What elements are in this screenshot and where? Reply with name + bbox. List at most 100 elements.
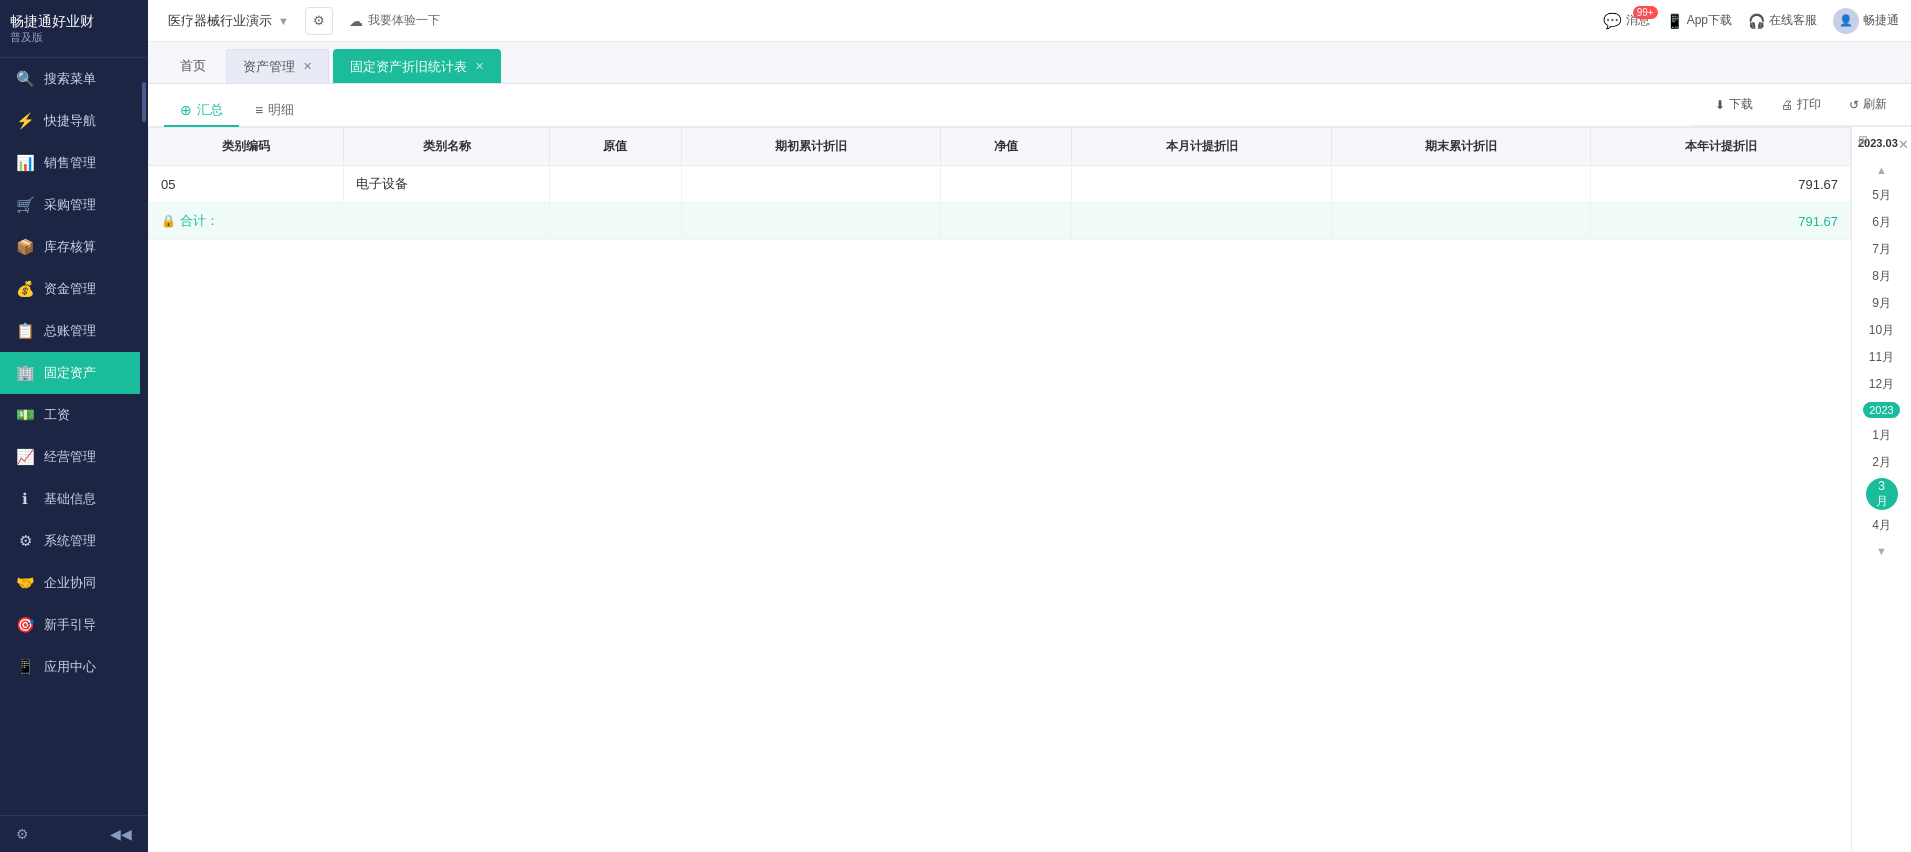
refresh-icon: ↺: [1849, 98, 1859, 112]
chevron-down-icon: ▼: [278, 15, 289, 27]
date-month-3-current[interactable]: 3月: [1866, 478, 1898, 510]
date-panel-controls: ⊞ 2023.03 ✕: [1852, 133, 1911, 156]
sidebar-item-search[interactable]: 🔍 搜索菜单: [0, 58, 140, 100]
sidebar-item-label: 资金管理: [44, 280, 96, 298]
expand-icon[interactable]: ⊞: [1858, 133, 1868, 147]
date-month-4[interactable]: 4月: [1852, 512, 1911, 539]
sub-tabs-toolbar-row: ⊕ 汇总 ≡ 明细 ⬇ 下载 🖨 打印 ↺ 刷: [148, 84, 1911, 127]
tabs-bar: 首页 资产管理 ✕ 固定资产折旧统计表 ✕: [148, 42, 1911, 84]
sidebar-collapse-icon[interactable]: ◀◀: [110, 826, 132, 842]
avatar: 👤: [1833, 8, 1859, 34]
tab-assets-label: 资产管理: [243, 58, 295, 76]
date-month-5[interactable]: 5月: [1852, 182, 1911, 209]
col-ending-dep: 期末累计折旧: [1331, 128, 1591, 166]
col-initial-dep: 期初累计折旧: [681, 128, 941, 166]
date-month-2[interactable]: 2月: [1852, 449, 1911, 476]
user-area[interactable]: 👤 畅捷通: [1833, 8, 1899, 34]
company-name: 医疗器械行业演示: [168, 12, 272, 30]
sidebar-item-label: 固定资产: [44, 364, 96, 382]
date-month-8[interactable]: 8月: [1852, 263, 1911, 290]
sidebar-item-system[interactable]: ⚙ 系统管理: [0, 520, 140, 562]
inventory-icon: 📦: [16, 238, 34, 256]
system-icon: ⚙: [16, 532, 34, 550]
date-nav-up[interactable]: ▲: [1872, 160, 1892, 180]
date-month-1[interactable]: 1月: [1852, 422, 1911, 449]
date-nav-down[interactable]: ▼: [1872, 541, 1892, 561]
user-name: 畅捷通: [1863, 12, 1899, 29]
cell-code: 05: [149, 166, 344, 203]
sidebar-scrollbar[interactable]: [140, 58, 148, 815]
experience-label: 我要体验一下: [368, 12, 440, 29]
date-month-6[interactable]: 6月: [1852, 209, 1911, 236]
company-selector[interactable]: 医疗器械行业演示 ▼: [160, 8, 297, 34]
total-ending-dep: [1331, 203, 1591, 240]
sidebar-item-guide[interactable]: 🎯 新手引导: [0, 604, 140, 646]
sidebar-item-app-center[interactable]: 📱 应用中心: [0, 646, 140, 688]
support-label: 在线客服: [1769, 12, 1817, 29]
toolbar: ⬇ 下载 🖨 打印 ↺ 刷新: [1691, 84, 1911, 126]
download-button[interactable]: ⬇ 下载: [1707, 92, 1761, 117]
table-header-row: 类别编码 类别名称 原值 期初累计折旧 净值 本月计提折旧 期末累计折旧 本年计…: [149, 128, 1851, 166]
cloud-icon: ☁: [349, 13, 363, 29]
app-name: 畅捷通好业财: [10, 12, 94, 30]
sidebar-item-enterprise[interactable]: 🤝 企业协同: [0, 562, 140, 604]
topnav-left: 医疗器械行业演示 ▼ ⚙ ☁ 我要体验一下: [160, 7, 1591, 35]
tab-home[interactable]: 首页: [164, 49, 222, 83]
main-area: 医疗器械行业演示 ▼ ⚙ ☁ 我要体验一下 💬 消息 99+ 📱 App下载: [148, 0, 1911, 852]
sidebar-settings-icon[interactable]: ⚙: [16, 826, 29, 842]
download-button[interactable]: 📱 App下载: [1666, 12, 1732, 29]
purchase-icon: 🛒: [16, 196, 34, 214]
operations-icon: 📈: [16, 448, 34, 466]
sidebar-item-payroll[interactable]: 💵 工资: [0, 394, 140, 436]
gear-icon: ⚙: [313, 13, 325, 28]
cell-annual-dep: 791.67: [1591, 166, 1851, 203]
sidebar-item-quick-nav[interactable]: ⚡ 快捷导航: [0, 100, 140, 142]
sidebar-item-operations[interactable]: 📈 经营管理: [0, 436, 140, 478]
sidebar-item-label: 快捷导航: [44, 112, 96, 130]
app-center-icon: 📱: [16, 658, 34, 676]
sidebar-item-inventory[interactable]: 📦 库存核算: [0, 226, 140, 268]
support-button[interactable]: 🎧 在线客服: [1748, 12, 1817, 29]
sidebar-item-sales[interactable]: 📊 销售管理: [0, 142, 140, 184]
cell-net: [941, 166, 1072, 203]
experience-button[interactable]: ☁ 我要体验一下: [341, 8, 448, 33]
sidebar-item-purchase[interactable]: 🛒 采购管理: [0, 184, 140, 226]
sidebar-item-basic-info[interactable]: ℹ 基础信息: [0, 478, 140, 520]
depreciation-table: 类别编码 类别名称 原值 期初累计折旧 净值 本月计提折旧 期末累计折旧 本年计…: [148, 127, 1851, 240]
total-net: [941, 203, 1072, 240]
notifications-button[interactable]: 💬 消息 99+: [1603, 12, 1650, 30]
settings-button[interactable]: ⚙: [305, 7, 333, 35]
tab-assets[interactable]: 资产管理 ✕: [226, 49, 329, 83]
date-month-9[interactable]: 9月: [1852, 290, 1911, 317]
tab-depreciation[interactable]: 固定资产折旧统计表 ✕: [333, 49, 501, 83]
content-wrapper: 类别编码 类别名称 原值 期初累计折旧 净值 本月计提折旧 期末累计折旧 本年计…: [148, 127, 1911, 852]
headset-icon: 🎧: [1748, 13, 1765, 29]
date-month-7[interactable]: 7月: [1852, 236, 1911, 263]
tab-depreciation-close[interactable]: ✕: [475, 60, 484, 73]
basic-info-icon: ℹ: [16, 490, 34, 508]
topnav-right: 💬 消息 99+ 📱 App下载 🎧 在线客服 👤 畅捷通: [1603, 8, 1899, 34]
sidebar-item-ledger[interactable]: 📋 总账管理: [0, 310, 140, 352]
sidebar-item-label: 新手引导: [44, 616, 96, 634]
sub-tab-summary[interactable]: ⊕ 汇总: [164, 95, 239, 127]
sidebar-item-label: 系统管理: [44, 532, 96, 550]
tab-assets-close[interactable]: ✕: [303, 60, 312, 73]
sub-tab-detail[interactable]: ≡ 明细: [239, 95, 310, 127]
date-month-10[interactable]: 10月: [1852, 317, 1911, 344]
payroll-icon: 💵: [16, 406, 34, 424]
print-button[interactable]: 🖨 打印: [1773, 92, 1829, 117]
top-nav: 医疗器械行业演示 ▼ ⚙ ☁ 我要体验一下 💬 消息 99+ 📱 App下载: [148, 0, 1911, 42]
date-month-12[interactable]: 12月: [1852, 371, 1911, 398]
detail-icon: ≡: [255, 102, 263, 118]
close-icon[interactable]: ✕: [1898, 137, 1909, 152]
date-panel: ⊞ 2023.03 ✕ ▲ 5月 6月 7月 8月 9月 10月 11月 12月…: [1851, 127, 1911, 852]
total-icon: 🔒: [161, 214, 176, 228]
cell-name: 电子设备: [344, 166, 550, 203]
total-annual-dep: 791.67: [1591, 203, 1851, 240]
cell-original: [550, 166, 681, 203]
date-month-11[interactable]: 11月: [1852, 344, 1911, 371]
sidebar-item-fixed-assets[interactable]: 🏢 固定资产: [0, 352, 140, 394]
refresh-button[interactable]: ↺ 刷新: [1841, 92, 1895, 117]
sidebar-item-finance[interactable]: 💰 资金管理: [0, 268, 140, 310]
tab-home-label: 首页: [180, 57, 206, 75]
